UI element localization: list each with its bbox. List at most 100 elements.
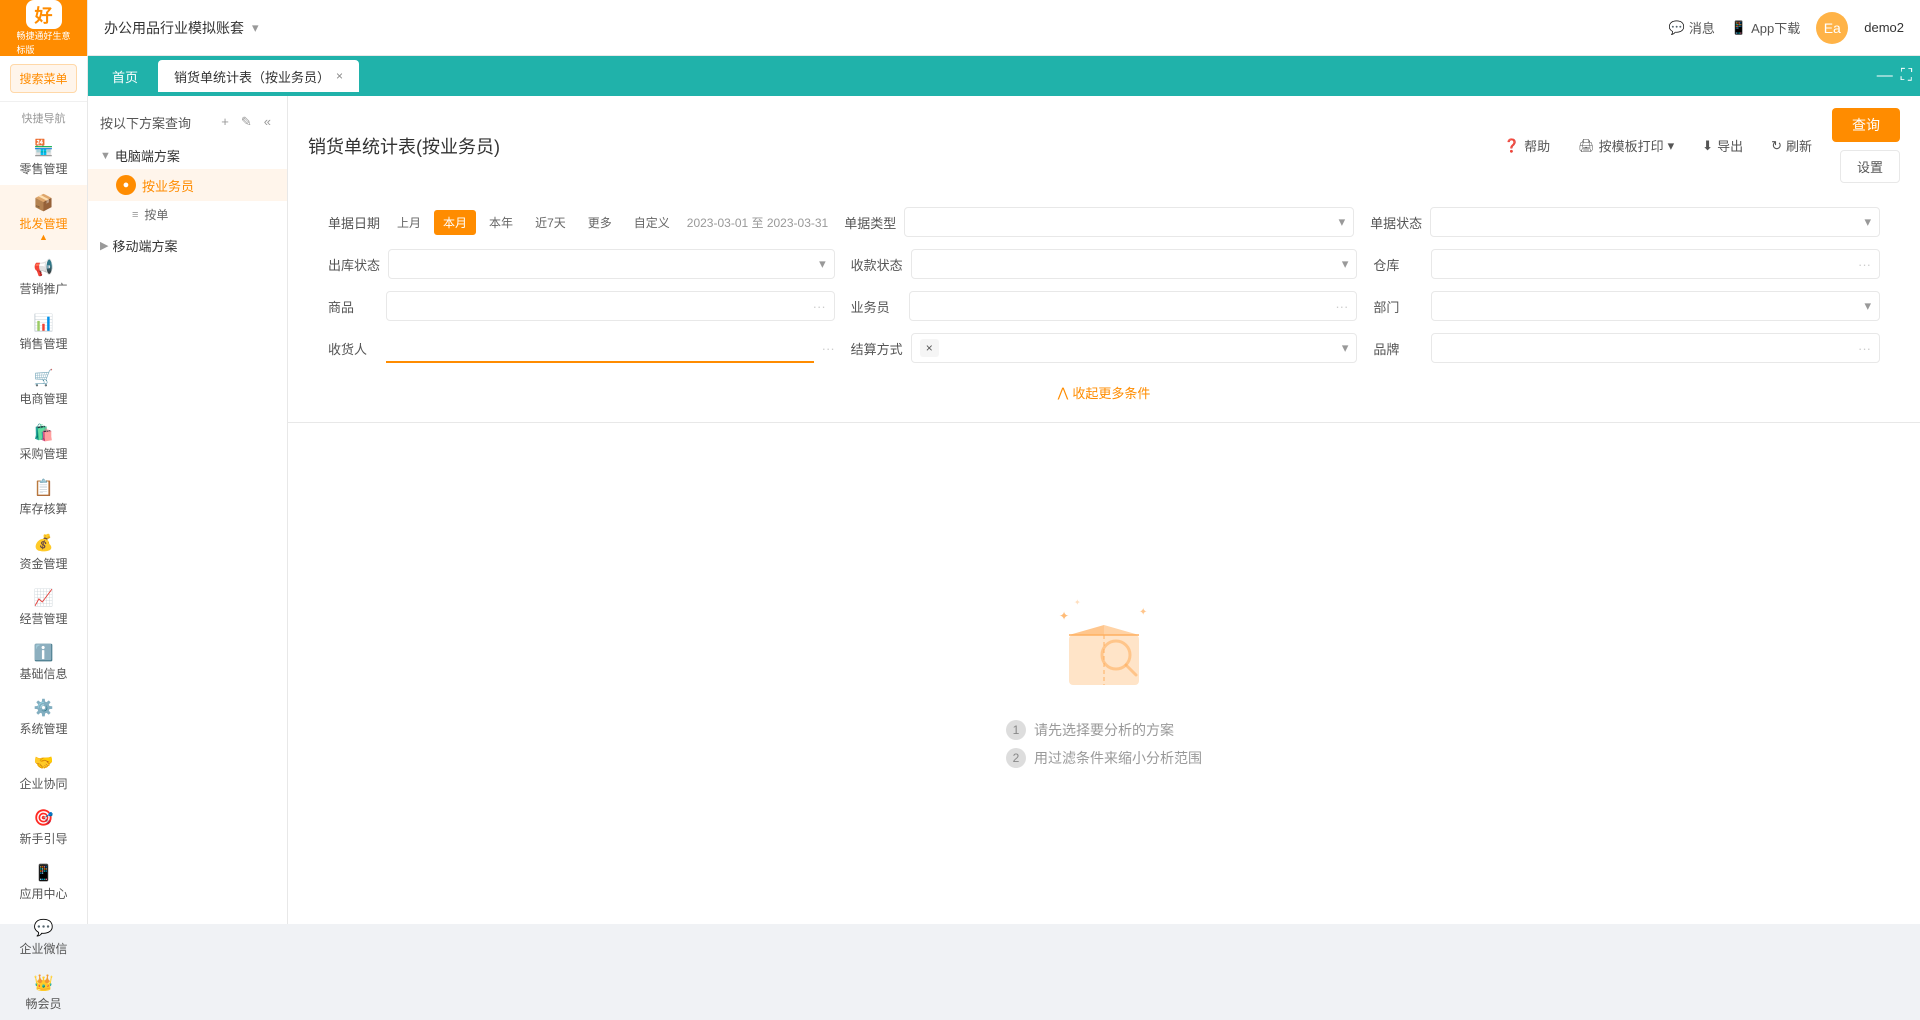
right-panel: 销货单统计表(按业务员) ❓ 帮助 🖨 按模板打印 ▾ ⬇ bbox=[288, 96, 1920, 924]
edit-scheme-icon[interactable]: ✎ bbox=[237, 112, 256, 132]
delivery-select[interactable]: ▾ bbox=[388, 249, 835, 279]
topbar-title: 办公用品行业模拟账套 bbox=[104, 18, 244, 38]
sidebar-item-marketing[interactable]: 📢 营销推广 bbox=[0, 250, 87, 305]
sidebar-item-member[interactable]: 👑 畅会员 bbox=[0, 965, 87, 1020]
help-button[interactable]: ❓ 帮助 bbox=[1496, 132, 1558, 159]
sidebar-item-ecommerce[interactable]: 🛒 电商管理 bbox=[0, 360, 87, 415]
quick-nav-label: 快捷导航 bbox=[0, 102, 87, 130]
username-label[interactable]: demo2 bbox=[1864, 20, 1904, 35]
date-range-display: 2023-03-01 至 2023-03-31 bbox=[687, 214, 828, 231]
sidebar-item-label-basic: 基础信息 bbox=[19, 665, 67, 682]
tab-close-icon[interactable]: × bbox=[336, 69, 343, 83]
purchase-icon: 🛍️ bbox=[34, 423, 54, 443]
desktop-scheme-group-header[interactable]: ▼ 电脑端方案 bbox=[88, 142, 287, 169]
filter-area: 单据日期 上月 本月 本年 近7天 更多 自定义 2023-03-01 至 20… bbox=[308, 195, 1900, 422]
warehouse-select[interactable]: ··· bbox=[1431, 249, 1880, 279]
add-scheme-icon[interactable]: + bbox=[217, 112, 233, 132]
sidebar-item-operation[interactable]: 📈 经营管理 bbox=[0, 580, 87, 635]
app-download-button[interactable]: 📱 App下载 bbox=[1731, 18, 1800, 37]
enterprise-icon: 🤝 bbox=[34, 753, 54, 773]
brand-select[interactable]: ··· bbox=[1431, 333, 1880, 363]
sidebar-item-label-retail: 零售管理 bbox=[19, 160, 67, 177]
warehouse-dots[interactable]: ··· bbox=[1858, 257, 1871, 272]
svg-text:✦: ✦ bbox=[1074, 598, 1081, 607]
sidebar-item-inventory[interactable]: 📋 库存核算 bbox=[0, 470, 87, 525]
mobile-scheme-group-header[interactable]: ▶ 移动端方案 bbox=[88, 232, 287, 259]
user-avatar[interactable]: Ea bbox=[1816, 12, 1848, 44]
dept-select[interactable]: ▾ bbox=[1431, 291, 1880, 321]
right-action-column: 查询 设置 bbox=[1832, 108, 1900, 183]
scheme-sub-item-by-order[interactable]: ≡ 按单 bbox=[88, 201, 287, 228]
date-label: 单据日期 bbox=[328, 213, 380, 232]
tab-sales-stat[interactable]: 销货单统计表（按业务员） × bbox=[158, 60, 359, 92]
export-icon: ⬇ bbox=[1702, 138, 1713, 154]
payment-label: 收款状态 bbox=[851, 255, 903, 274]
payment-select[interactable]: ▾ bbox=[911, 249, 1358, 279]
tab-minimize-icon[interactable]: — bbox=[1877, 67, 1893, 85]
dept-arrow: ▾ bbox=[1864, 298, 1871, 314]
wholesale-arrow: ▲ bbox=[39, 232, 48, 242]
sidebar-item-wechat[interactable]: 💬 企业微信 bbox=[0, 910, 87, 965]
settlement-select[interactable]: × ▾ bbox=[911, 333, 1358, 363]
settlement-label: 结算方式 bbox=[851, 339, 903, 358]
sidebar-item-retail[interactable]: 🏪 零售管理 bbox=[0, 130, 87, 185]
tab-home[interactable]: 首页 bbox=[96, 60, 154, 92]
delivery-label: 出库状态 bbox=[328, 255, 380, 274]
consignee-dots[interactable]: ··· bbox=[822, 341, 835, 356]
refresh-button[interactable]: ↻ 刷新 bbox=[1763, 132, 1820, 159]
message-button[interactable]: 💬 消息 bbox=[1669, 18, 1715, 37]
date-btn-custom[interactable]: 自定义 bbox=[625, 210, 679, 235]
sidebar-item-basic[interactable]: ℹ️ 基础信息 bbox=[0, 635, 87, 690]
date-btn-this-month[interactable]: 本月 bbox=[434, 210, 476, 235]
settlement-tag-close[interactable]: × bbox=[926, 341, 933, 355]
query-button[interactable]: 查询 bbox=[1832, 108, 1900, 142]
date-buttons: 上月 本月 本年 近7天 更多 自定义 2023-03-01 至 2023-03… bbox=[388, 210, 828, 235]
brand-dots[interactable]: ··· bbox=[1858, 341, 1871, 356]
hint-text-1: 请先选择要分析的方案 bbox=[1034, 720, 1174, 740]
sidebar-item-system[interactable]: ⚙️ 系统管理 bbox=[0, 690, 87, 745]
sidebar-item-label-inventory: 库存核算 bbox=[19, 500, 67, 517]
hint-text-2: 用过滤条件来缩小分析范围 bbox=[1034, 748, 1202, 768]
salesperson-select[interactable]: ··· bbox=[909, 291, 1358, 321]
tab-maximize-icon[interactable]: ⛶ bbox=[1901, 67, 1912, 85]
consignee-input[interactable] bbox=[386, 333, 814, 363]
order-scheme-icon: ≡ bbox=[132, 209, 138, 221]
sidebar-item-appcenter[interactable]: 📱 应用中心 bbox=[0, 855, 87, 910]
ecommerce-icon: 🛒 bbox=[34, 368, 54, 388]
sidebar-item-label-purchase: 采购管理 bbox=[19, 445, 67, 462]
goods-select[interactable]: ··· bbox=[386, 291, 835, 321]
sidebar-search-area: 搜索菜单 bbox=[0, 56, 87, 102]
collapse-label: 收起更多条件 bbox=[1072, 383, 1150, 402]
sidebar-item-label-ecommerce: 电商管理 bbox=[19, 390, 67, 407]
doc-status-select[interactable]: ▾ bbox=[1430, 207, 1880, 237]
sales-stat-tab-label: 销货单统计表（按业务员） bbox=[174, 67, 330, 86]
search-menu-button[interactable]: 搜索菜单 bbox=[10, 64, 77, 93]
sidebar-item-purchase[interactable]: 🛍️ 采购管理 bbox=[0, 415, 87, 470]
scheme-item-by-salesperson[interactable]: ● 按业务员 bbox=[88, 169, 287, 201]
print-icon: 🖨 bbox=[1578, 138, 1595, 154]
goods-dots[interactable]: ··· bbox=[813, 299, 826, 314]
collapse-panel-icon[interactable]: « bbox=[260, 112, 275, 132]
date-btn-this-year[interactable]: 本年 bbox=[480, 210, 522, 235]
finance-icon: 💰 bbox=[34, 533, 54, 553]
sidebar-item-enterprise[interactable]: 🤝 企业协同 bbox=[0, 745, 87, 800]
content-area: 按以下方案查询 + ✎ « ▼ 电脑端方案 ● 按业务员 ≡ bbox=[88, 96, 1920, 924]
svg-text:✦: ✦ bbox=[1139, 607, 1147, 618]
print-label: 按模板打印 bbox=[1599, 136, 1664, 155]
sidebar-item-sales[interactable]: 📊 销售管理 bbox=[0, 305, 87, 360]
topbar-dropdown-icon[interactable]: ▾ bbox=[252, 20, 259, 36]
page-header-top: 销货单统计表(按业务员) ❓ 帮助 🖨 按模板打印 ▾ ⬇ bbox=[308, 108, 1900, 183]
sidebar-item-wholesale[interactable]: 📦 批发管理 ▲ bbox=[0, 185, 87, 250]
export-button[interactable]: ⬇ 导出 bbox=[1694, 132, 1751, 159]
date-btn-7days[interactable]: 近7天 bbox=[526, 210, 575, 235]
sidebar-item-finance[interactable]: 💰 资金管理 bbox=[0, 525, 87, 580]
doc-type-select[interactable]: ▾ bbox=[904, 207, 1354, 237]
collapse-button[interactable]: ⋀ 收起更多条件 bbox=[1058, 383, 1151, 402]
salesperson-dots[interactable]: ··· bbox=[1335, 299, 1348, 314]
print-button[interactable]: 🖨 按模板打印 ▾ bbox=[1570, 132, 1682, 159]
sidebar-item-newguide[interactable]: 🎯 新手引导 bbox=[0, 800, 87, 855]
date-btn-more[interactable]: 更多 bbox=[579, 210, 621, 235]
date-btn-last-month[interactable]: 上月 bbox=[388, 210, 430, 235]
settings-button[interactable]: 设置 bbox=[1840, 150, 1900, 183]
app-logo[interactable]: 好 畅捷通好生意 标版 bbox=[0, 0, 87, 56]
